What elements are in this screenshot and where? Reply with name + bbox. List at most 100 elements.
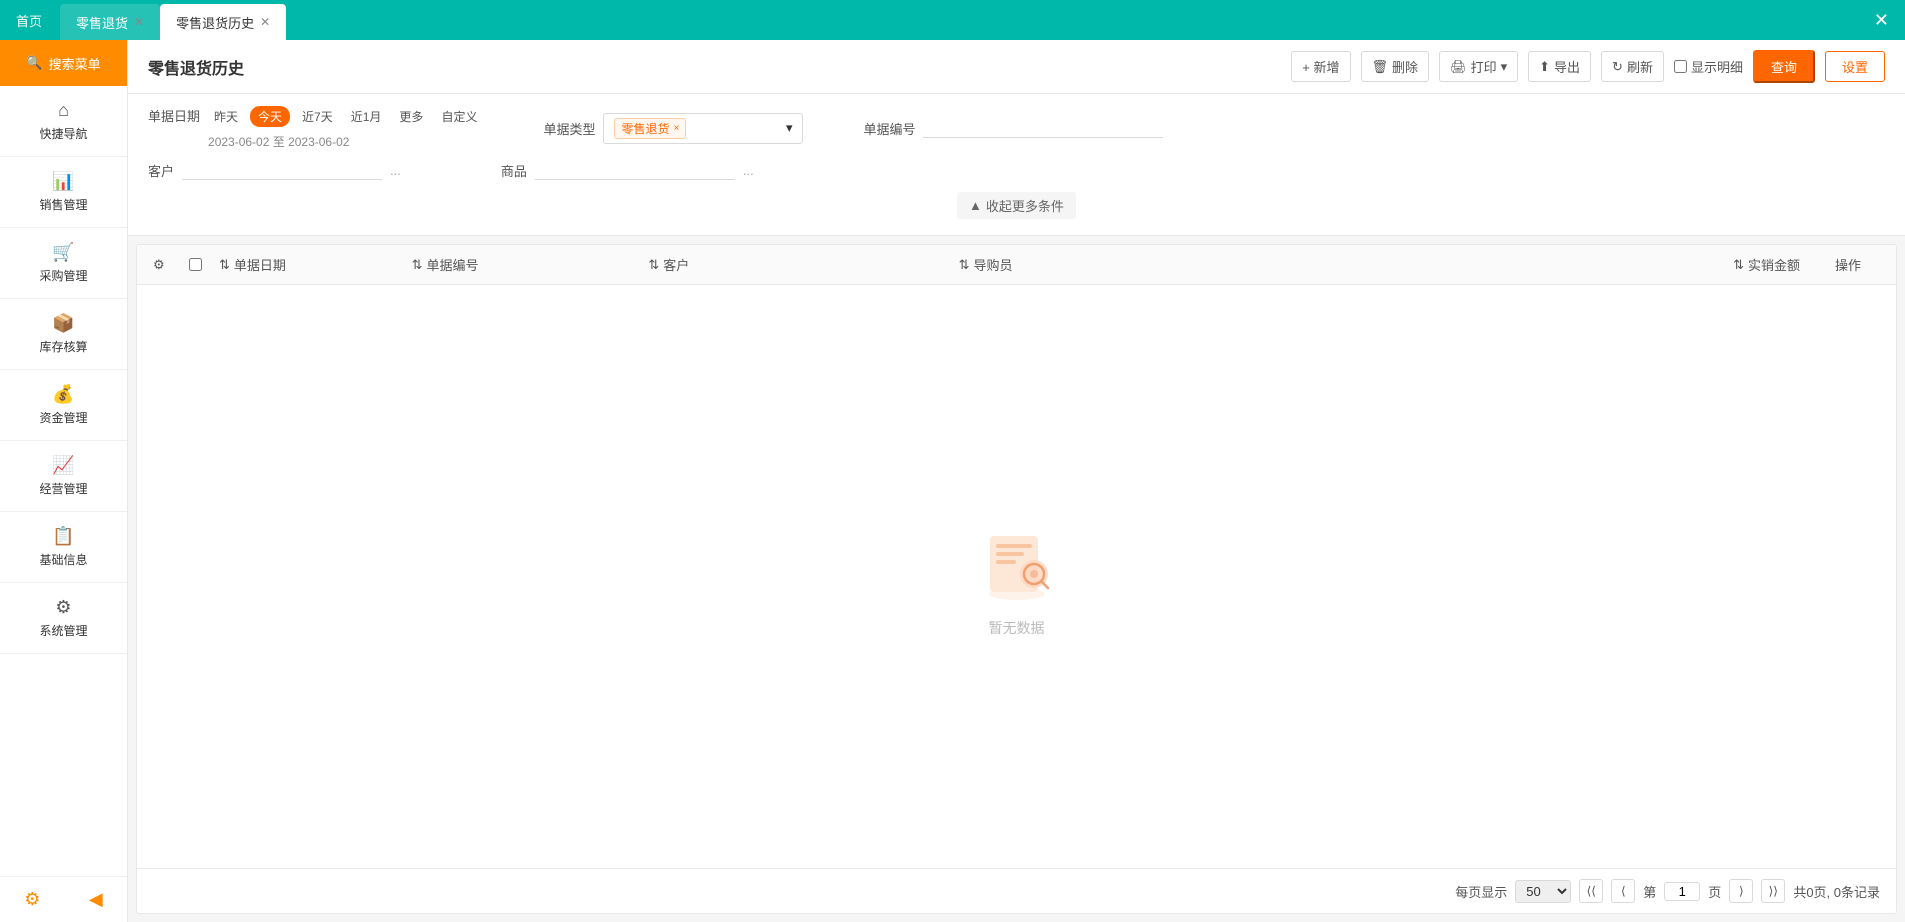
page-input[interactable] xyxy=(1664,882,1700,901)
type-select[interactable]: 零售退货 × ▾ xyxy=(603,113,803,144)
th-amount-sort-icon[interactable]: ⇅ xyxy=(1733,257,1744,273)
goods-filter-label: 商品 xyxy=(501,161,527,180)
base-info-icon: 📋 xyxy=(52,526,74,547)
per-page-select[interactable]: 50 10 20 100 xyxy=(1515,880,1571,903)
filter-row-2: 客户 ... 商品 ... xyxy=(148,160,1885,180)
th-guide-sort-icon[interactable]: ⇅ xyxy=(959,257,970,273)
new-button[interactable]: + 新增 xyxy=(1291,51,1350,82)
customer-input[interactable] xyxy=(182,160,382,180)
date-opt-1month[interactable]: 近1月 xyxy=(345,106,388,127)
date-filter: 单据日期 昨天 今天 近7天 近1月 更多 自定义 2023-06-02 至 2… xyxy=(148,106,483,150)
th-guide-label: 导购员 xyxy=(974,255,1013,274)
date-range-value: 2023-06-02 至 2023-06-02 xyxy=(208,133,483,150)
sidebar-item-inventory[interactable]: 📦 库存核算 xyxy=(0,299,127,370)
tab-retail-return[interactable]: 零售退货 ✕ xyxy=(60,4,160,40)
display-detail-checkbox[interactable] xyxy=(1674,60,1687,73)
type-tag: 零售退货 × xyxy=(614,118,686,139)
home-icon: ⌂ xyxy=(58,100,69,121)
print-button-label: 打印 xyxy=(1471,57,1497,76)
export-button-label: 导出 xyxy=(1554,57,1580,76)
th-number-label: 单据编号 xyxy=(427,255,479,274)
refresh-button-label: 刷新 xyxy=(1627,57,1653,76)
filter-area: 单据日期 昨天 今天 近7天 近1月 更多 自定义 2023-06-02 至 2… xyxy=(128,94,1905,236)
date-opt-today[interactable]: 今天 xyxy=(250,106,290,127)
empty-icon xyxy=(972,516,1062,606)
sidebar-item-operations[interactable]: 📈 经营管理 xyxy=(0,441,127,512)
sidebar-item-base-info-label: 基础信息 xyxy=(39,551,87,568)
print-icon: 🖨 xyxy=(1450,59,1467,75)
sidebar-item-purchase-mgmt[interactable]: 🛒 采购管理 xyxy=(0,228,127,299)
collapse-button[interactable]: ▲ 收起更多条件 xyxy=(957,192,1076,219)
sidebar-item-sales-label: 销售管理 xyxy=(39,196,87,213)
tab-retail-return-close[interactable]: ✕ xyxy=(134,15,144,29)
table-wrapper: ⚙ ⇅ 单据日期 ⇅ 单据编号 ⇅ 客户 ⇅ 导购员 xyxy=(136,244,1897,914)
th-customer-label: 客户 xyxy=(663,255,689,274)
th-customer-sort-icon[interactable]: ⇅ xyxy=(648,257,659,273)
voucher-filter: 单据编号 xyxy=(863,118,1163,138)
sidebar-item-sys-mgmt[interactable]: ⚙ 系统管理 xyxy=(0,583,127,654)
settings-bottom-icon[interactable]: ⚙ xyxy=(24,889,40,910)
empty-text: 暂无数据 xyxy=(989,618,1045,638)
th-guide: ⇅ 导购员 xyxy=(951,255,1188,274)
th-settings[interactable]: ⚙ xyxy=(145,257,181,273)
tab-home-label: 首页 xyxy=(16,11,42,30)
customer-filter: 客户 ... xyxy=(148,160,401,180)
export-button[interactable]: ⬆ 导出 xyxy=(1528,51,1591,82)
tab-retail-return-history-label: 零售退货历史 xyxy=(176,13,254,32)
sidebar-item-quick-nav[interactable]: ⌂ 快捷导航 xyxy=(0,86,127,157)
main-layout: 🔍 搜索菜单 ⌂ 快捷导航 📊 销售管理 🛒 采购管理 📦 库存核算 💰 资金管… xyxy=(0,40,1905,922)
prev-page-button[interactable]: ⟨ xyxy=(1611,879,1635,903)
th-num-sort-icon[interactable]: ⇅ xyxy=(412,257,423,273)
collapse-up-icon: ▲ xyxy=(969,198,982,213)
first-page-button[interactable]: ⟨⟨ xyxy=(1579,879,1603,903)
select-all-checkbox[interactable] xyxy=(189,258,202,271)
tab-retail-return-history-close[interactable]: ✕ xyxy=(260,15,270,29)
date-opt-7days[interactable]: 近7天 xyxy=(296,106,339,127)
next-page-button[interactable]: ⟩ xyxy=(1729,879,1753,903)
type-tag-close[interactable]: × xyxy=(673,123,679,134)
tab-home[interactable]: 首页 xyxy=(0,0,58,40)
window-close-button[interactable]: ✕ xyxy=(1858,10,1905,31)
top-bar: 首页 零售退货 ✕ 零售退货历史 ✕ ✕ xyxy=(0,0,1905,40)
sidebar-item-sales-mgmt[interactable]: 📊 销售管理 xyxy=(0,157,127,228)
date-opt-custom[interactable]: 自定义 xyxy=(435,106,483,127)
last-page-button[interactable]: ⟩⟩ xyxy=(1761,879,1785,903)
th-number: ⇅ 单据编号 xyxy=(404,255,641,274)
sidebar-item-finance[interactable]: 💰 资金管理 xyxy=(0,370,127,441)
sidebar-item-base-info[interactable]: 📋 基础信息 xyxy=(0,512,127,583)
print-button[interactable]: 🖨 打印 ▾ xyxy=(1439,51,1518,82)
th-date-sort-icon[interactable]: ⇅ xyxy=(219,257,230,273)
content-area: 零售退货历史 + 新增 🗑 删除 🖨 打印 ▾ ⬆ 导出 xyxy=(128,40,1905,922)
print-chevron-icon: ▾ xyxy=(1501,59,1508,75)
date-opt-yesterday[interactable]: 昨天 xyxy=(208,106,244,127)
sidebar: 🔍 搜索菜单 ⌂ 快捷导航 📊 销售管理 🛒 采购管理 📦 库存核算 💰 资金管… xyxy=(0,40,128,922)
query-button[interactable]: 查询 xyxy=(1753,50,1815,83)
voucher-input[interactable] xyxy=(923,118,1163,138)
th-amount-label: 实销金额 xyxy=(1748,255,1800,274)
date-opt-more[interactable]: 更多 xyxy=(393,106,429,127)
setting-button[interactable]: 设置 xyxy=(1825,51,1885,82)
refresh-button[interactable]: ↻ 刷新 xyxy=(1601,51,1664,82)
page-title: 零售退货历史 xyxy=(148,55,244,79)
export-icon: ⬆ xyxy=(1539,59,1550,75)
filter-row-1: 单据日期 昨天 今天 近7天 近1月 更多 自定义 2023-06-02 至 2… xyxy=(148,106,1885,150)
date-options: 昨天 今天 近7天 近1月 更多 自定义 xyxy=(208,106,483,127)
th-customer: ⇅ 客户 xyxy=(640,255,950,274)
refresh-icon: ↻ xyxy=(1612,59,1623,75)
th-date: ⇅ 单据日期 xyxy=(211,255,404,274)
setting-button-label: 设置 xyxy=(1842,60,1868,75)
delete-button[interactable]: 🗑 删除 xyxy=(1361,51,1430,82)
sidebar-search[interactable]: 🔍 搜索菜单 xyxy=(0,40,127,86)
type-filter-label: 单据类型 xyxy=(543,119,595,138)
search-icon: 🔍 xyxy=(26,55,42,71)
th-check[interactable] xyxy=(181,258,211,271)
th-amount: ⇅ 实销金额 xyxy=(1645,255,1808,274)
type-tag-text: 零售退货 xyxy=(621,120,669,137)
header-actions: + 新增 🗑 删除 🖨 打印 ▾ ⬆ 导出 ↻ 刷新 xyxy=(1291,50,1885,83)
th-action-label: 操作 xyxy=(1835,255,1861,274)
collapse-sidebar-icon[interactable]: ◀ xyxy=(89,889,103,910)
goods-input[interactable] xyxy=(535,160,735,180)
new-button-label: + 新增 xyxy=(1302,57,1339,76)
tab-retail-return-history[interactable]: 零售退货历史 ✕ xyxy=(160,4,286,40)
sidebar-bottom: ⚙ ◀ xyxy=(0,876,127,922)
